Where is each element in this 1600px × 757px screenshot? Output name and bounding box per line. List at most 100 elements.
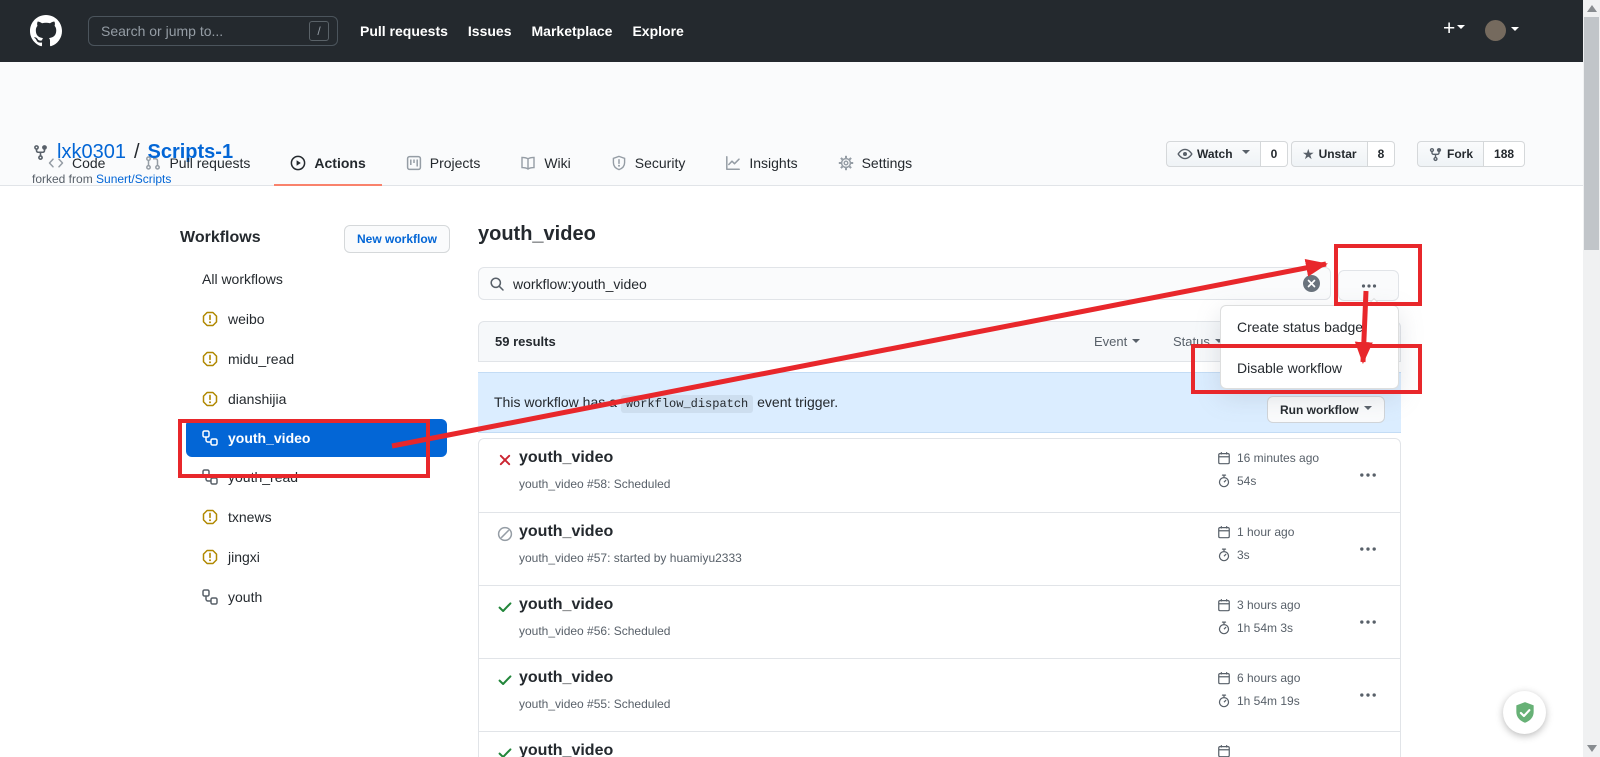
tab-label: Code — [72, 155, 105, 171]
failure-x-icon — [497, 452, 513, 468]
results-count: 59 results — [495, 322, 556, 362]
run-subtitle: youth_video #55: Scheduled — [519, 697, 670, 711]
tab-projects[interactable]: Projects — [390, 143, 497, 186]
run-row[interactable]: youth_video youth_video #56: Scheduled 3… — [479, 585, 1400, 658]
tab-security[interactable]: Security — [595, 143, 702, 186]
run-title[interactable]: youth_video — [519, 596, 613, 614]
stopwatch-icon — [1217, 621, 1231, 635]
nav-explore[interactable]: Explore — [632, 23, 683, 39]
slash-key-hint: / — [309, 21, 329, 41]
run-subtitle: youth_video #58: Scheduled — [519, 477, 670, 491]
event-filter[interactable]: Event — [1094, 322, 1140, 362]
star-icon: ★ — [1302, 146, 1315, 163]
tab-actions[interactable]: Actions — [274, 143, 381, 186]
top-header: / Pull requests Issues Marketplace Explo… — [0, 0, 1600, 62]
book-icon — [520, 155, 536, 171]
status-filter[interactable]: Status — [1173, 322, 1223, 362]
cancelled-icon — [497, 526, 513, 542]
tab-settings[interactable]: Settings — [822, 143, 929, 186]
nav-issues[interactable]: Issues — [468, 23, 512, 39]
unstar-button[interactable]: ★ Unstar — [1291, 141, 1368, 167]
scrollbar-thumb[interactable] — [1584, 17, 1599, 250]
workflow-options-button[interactable] — [1338, 270, 1399, 301]
workflow-icon — [202, 430, 218, 446]
avatar — [1485, 20, 1506, 41]
tab-wiki[interactable]: Wiki — [504, 143, 586, 186]
fork-group: Fork 188 — [1417, 141, 1525, 167]
search-icon — [489, 276, 505, 292]
calendar-icon — [1217, 671, 1231, 685]
run-title[interactable]: youth_video — [519, 449, 613, 467]
run-row[interactable]: youth_video youth_video #55: Scheduled 6… — [479, 658, 1400, 731]
scroll-down-arrow[interactable] — [1587, 745, 1597, 752]
calendar-icon — [1217, 451, 1231, 465]
run-time: 16 minutes ago — [1237, 451, 1319, 465]
create-new-button[interactable]: + — [1443, 17, 1465, 41]
watch-count[interactable]: 0 — [1261, 141, 1289, 167]
sidebar-item-youth-read[interactable]: youth_read — [186, 457, 447, 497]
clear-filter-button[interactable] — [1303, 275, 1320, 292]
workflow-label: youth_read — [228, 469, 298, 485]
tab-label: Security — [635, 155, 686, 171]
user-menu[interactable] — [1485, 20, 1519, 41]
global-search-box: / — [88, 16, 338, 46]
workflows-heading: Workflows — [180, 229, 261, 247]
gear-icon — [838, 155, 854, 171]
star-count[interactable]: 8 — [1368, 141, 1396, 167]
eye-icon — [1177, 146, 1193, 162]
tab-code[interactable]: Code — [32, 143, 121, 186]
run-duration: 54s — [1237, 474, 1256, 488]
global-search-input[interactable] — [101, 23, 309, 39]
nav-marketplace[interactable]: Marketplace — [532, 23, 613, 39]
run-title[interactable]: youth_video — [519, 742, 613, 757]
menu-item-disable-workflow[interactable]: Disable workflow — [1221, 347, 1398, 388]
github-logo-icon[interactable] — [30, 15, 62, 47]
run-row[interactable]: youth_video youth_video #58: Scheduled 1… — [479, 439, 1400, 512]
workflow-label: weibo — [228, 311, 265, 327]
run-row[interactable]: youth_video — [479, 731, 1400, 757]
tab-insights[interactable]: Insights — [709, 143, 813, 186]
tab-label: Projects — [430, 155, 481, 171]
run-options-button[interactable] — [1359, 613, 1377, 631]
run-title[interactable]: youth_video — [519, 669, 613, 687]
sidebar-item-midu-read[interactable]: midu_read — [186, 339, 447, 379]
scroll-up-arrow[interactable] — [1587, 5, 1597, 12]
run-title[interactable]: youth_video — [519, 523, 613, 541]
watch-group: Watch 0 — [1166, 141, 1288, 167]
nav-pull-requests[interactable]: Pull requests — [360, 23, 448, 39]
sidebar-item-dianshijia[interactable]: dianshijia — [186, 379, 447, 419]
fork-count[interactable]: 188 — [1484, 141, 1525, 167]
github-actions-page: / Pull requests Issues Marketplace Explo… — [0, 0, 1600, 757]
run-options-button[interactable] — [1359, 466, 1377, 484]
run-workflow-button[interactable]: Run workflow — [1267, 396, 1385, 423]
new-workflow-button[interactable]: New workflow — [344, 225, 450, 253]
fork-button[interactable]: Fork — [1417, 141, 1484, 167]
sidebar-item-all-workflows[interactable]: All workflows — [186, 259, 447, 299]
sidebar-item-txnews[interactable]: txnews — [186, 497, 447, 537]
code-chip: workflow_dispatch — [621, 395, 753, 413]
header-nav: Pull requests Issues Marketplace Explore — [360, 0, 684, 62]
run-row[interactable]: youth_video youth_video #57: started by … — [479, 512, 1400, 585]
warning-icon — [202, 311, 218, 327]
run-time: 6 hours ago — [1237, 671, 1300, 685]
watch-label: Watch — [1197, 147, 1233, 161]
workflow-icon — [202, 589, 218, 605]
sidebar-item-youth[interactable]: youth — [186, 577, 447, 617]
menu-item-create-status-badge[interactable]: Create status badge — [1221, 306, 1398, 347]
tab-pull-requests[interactable]: Pull requests — [129, 143, 266, 186]
run-options-button[interactable] — [1359, 540, 1377, 558]
calendar-icon — [1217, 598, 1231, 612]
tab-label: Wiki — [544, 155, 570, 171]
watch-button[interactable]: Watch — [1166, 141, 1261, 167]
sidebar-item-jingxi[interactable]: jingxi — [186, 537, 447, 577]
run-options-button[interactable] — [1359, 686, 1377, 704]
runs-filter-input[interactable] — [513, 276, 1295, 292]
sidebar-item-youth-video[interactable]: youth_video — [186, 419, 447, 457]
repo-tabs: Code Pull requests Actions Projects Wiki… — [32, 143, 928, 186]
sidebar-item-weibo[interactable]: weibo — [186, 299, 447, 339]
runs-filter-bar — [478, 267, 1331, 300]
adguard-badge[interactable] — [1503, 691, 1546, 734]
star-group: ★ Unstar 8 — [1291, 141, 1395, 167]
page-scrollbar — [1583, 0, 1600, 757]
tab-label: Insights — [749, 155, 797, 171]
